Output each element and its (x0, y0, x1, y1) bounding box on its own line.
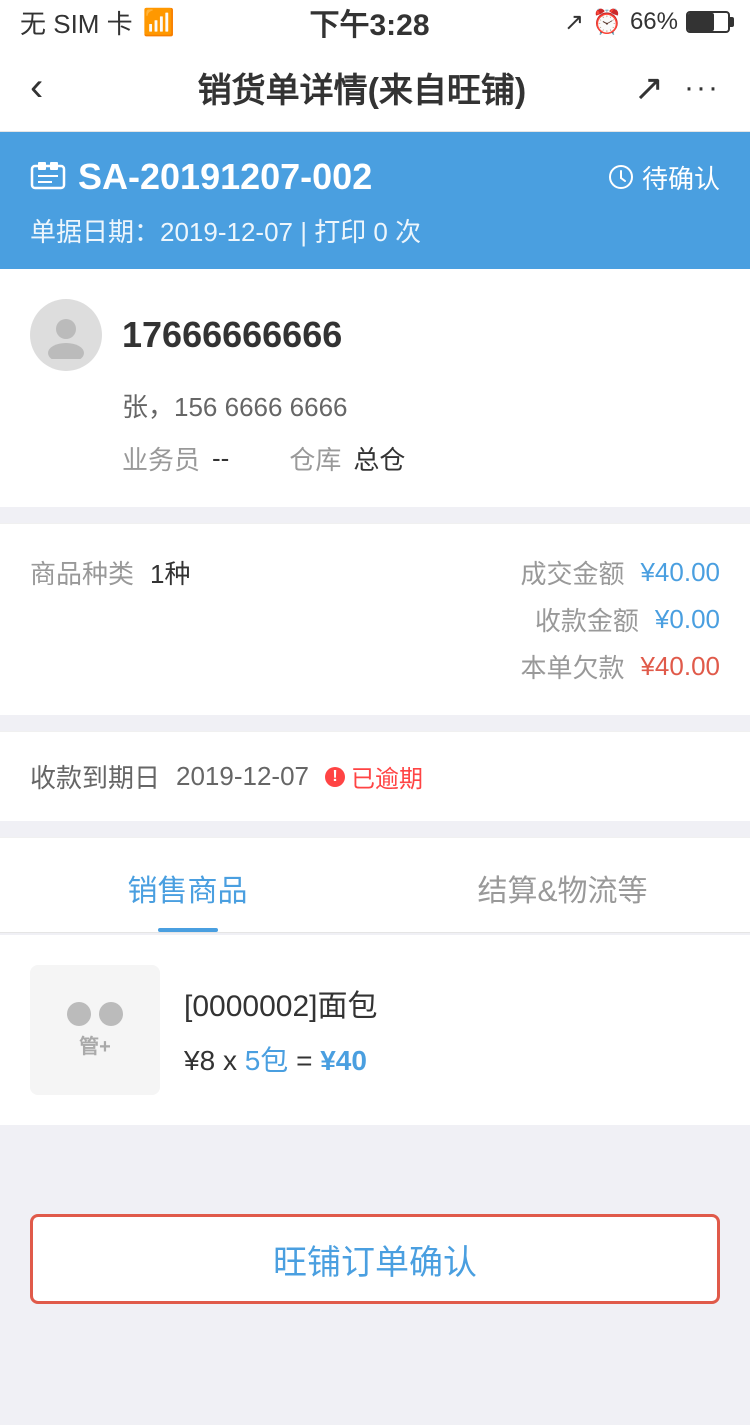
order-header: SA-20191207-002 待确认 单据日期：2019-12-07 | 打印… (0, 132, 750, 269)
more-icon[interactable]: ··· (684, 71, 720, 105)
total-price: ¥40 (320, 1045, 367, 1076)
balance-row: 本单欠款 ¥40.00 (520, 648, 720, 685)
summary-right: 成交金额 ¥40.00 收款金额 ¥0.00 本单欠款 ¥40.00 (520, 554, 720, 685)
back-button[interactable]: ‹ (30, 65, 90, 110)
quantity: 5包 (245, 1045, 289, 1076)
time-label: 下午3:28 (309, 0, 429, 44)
salesperson-label: 业务员 (122, 440, 200, 477)
product-logo: 管+ (67, 1002, 123, 1059)
due-label: 收款到期日 (30, 758, 160, 795)
payment-value: ¥0.00 (655, 604, 720, 635)
overdue-text: 已逾期 (351, 759, 423, 794)
customer-info: 张，156 6666 6666 (122, 387, 720, 424)
battery-percent: 66% (630, 8, 678, 36)
order-status: 待确认 (608, 159, 720, 196)
avatar (30, 299, 102, 371)
export-icon[interactable]: ↗︎ (634, 67, 664, 109)
product-price: ¥8 x 5包 = ¥40 (184, 1039, 720, 1079)
overdue-dot-icon: ! (325, 767, 345, 787)
nav-bar: ‹ 销货单详情(来自旺铺) ↗︎ ··· (0, 44, 750, 132)
tabs-bar: 销售商品 结算&物流等 (0, 838, 750, 933)
due-date: 2019-12-07 (176, 761, 309, 792)
warehouse-label: 仓库 (289, 440, 341, 477)
summary-section: 商品种类 1种 成交金额 ¥40.00 收款金额 ¥0.00 本单欠款 ¥40.… (0, 524, 750, 715)
avatar-icon (42, 311, 90, 359)
customer-row: 17666666666 (30, 299, 720, 371)
owl-eye-left (67, 1002, 91, 1026)
salesperson-item: 业务员 -- (122, 440, 229, 477)
product-info: [0000002]面包 ¥8 x 5包 = ¥40 (184, 981, 720, 1079)
goods-type-label: 商品种类 (30, 554, 134, 591)
goods-type-value: 1种 (150, 554, 190, 591)
owl-eyes (67, 1002, 123, 1026)
alarm-icon: ⏰ (592, 8, 622, 37)
product-item: 管+ [0000002]面包 ¥8 x 5包 = ¥40 (30, 965, 720, 1095)
sim-label: 无 SIM 卡 (20, 4, 133, 41)
wifi-icon: 📶 (143, 7, 175, 38)
confirm-button[interactable]: 旺铺订单确认 (30, 1214, 720, 1304)
product-section: 管+ [0000002]面包 ¥8 x 5包 = ¥40 (0, 935, 750, 1125)
owl-eye-right (99, 1002, 123, 1026)
balance-label: 本单欠款 (520, 648, 624, 685)
status-bar: 无 SIM 卡 📶 下午3:28 ↗ ⏰ 66% (0, 0, 750, 44)
equals-sign: = (296, 1045, 320, 1076)
tab-sales-goods[interactable]: 销售商品 (0, 838, 375, 932)
order-icon (30, 162, 66, 192)
salesperson-value: -- (212, 443, 229, 474)
status-text: 待确认 (642, 159, 720, 196)
status-right: ↗ ⏰ 66% (564, 8, 730, 37)
payment-row: 收款金额 ¥0.00 (535, 601, 720, 638)
product-thumbnail: 管+ (30, 965, 160, 1095)
warehouse-item: 仓库 总仓 (289, 440, 405, 477)
warehouse-value: 总仓 (353, 440, 405, 477)
product-name: [0000002]面包 (184, 981, 720, 1025)
customer-section: 17666666666 张，156 6666 6666 业务员 -- 仓库 总仓 (0, 269, 750, 507)
tab-settlement[interactable]: 结算&物流等 (375, 838, 750, 932)
location-icon: ↗ (564, 8, 584, 37)
page-title: 销货单详情(来自旺铺) (198, 63, 527, 112)
unit-price: ¥8 (184, 1045, 215, 1076)
order-date: 单据日期：2019-12-07 | 打印 0 次 (30, 212, 720, 249)
owl-plus-icon: 管+ (79, 1030, 111, 1059)
clock-icon (608, 164, 634, 190)
payment-label: 收款金额 (535, 601, 639, 638)
overdue-badge: ! 已逾期 (325, 759, 423, 794)
summary-left: 商品种类 1种 (30, 554, 190, 591)
balance-value: ¥40.00 (640, 651, 720, 682)
transaction-label: 成交金额 (520, 554, 624, 591)
status-left: 无 SIM 卡 📶 (20, 4, 175, 41)
multiply-sign: x (223, 1045, 245, 1076)
order-id-row: SA-20191207-002 待确认 (30, 156, 720, 198)
nav-actions: ↗︎ ··· (634, 67, 720, 109)
transaction-row: 成交金额 ¥40.00 (520, 554, 720, 591)
customer-phone: 17666666666 (122, 314, 342, 356)
battery-icon (686, 11, 730, 33)
transaction-value: ¥40.00 (640, 557, 720, 588)
confirm-btn-container: 旺铺订单确认 (0, 1194, 750, 1334)
customer-meta: 业务员 -- 仓库 总仓 (122, 440, 720, 477)
due-section: 收款到期日 2019-12-07 ! 已逾期 (0, 732, 750, 821)
order-id: SA-20191207-002 (30, 156, 372, 198)
